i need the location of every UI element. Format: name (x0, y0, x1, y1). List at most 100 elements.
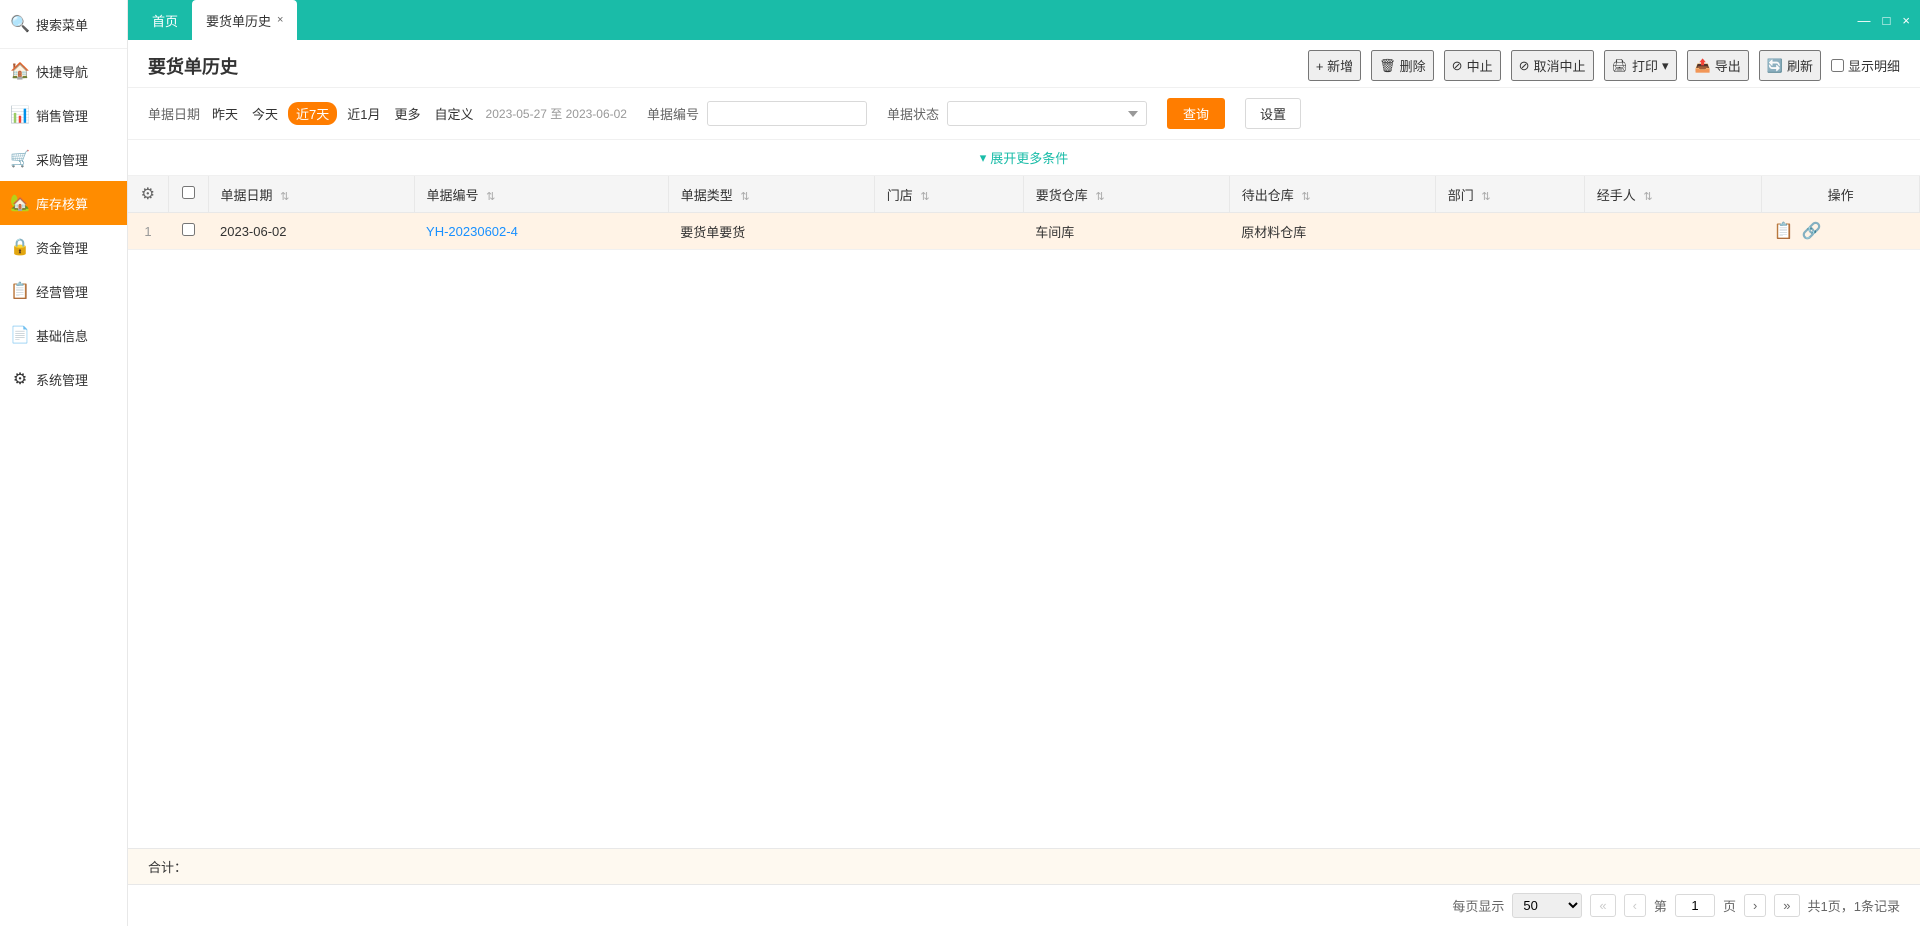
sidebar-item-label: 资金管理 (36, 238, 88, 257)
settings-button[interactable]: 设置 (1245, 98, 1301, 129)
purchase-icon: 🛒 (10, 149, 30, 169)
sales-icon: 📊 (10, 105, 30, 125)
doc-status-select[interactable] (947, 101, 1147, 126)
sidebar-item-inventory[interactable]: 🏡 库存核算 (0, 181, 127, 225)
sidebar-item-system[interactable]: ⚙ 系统管理 (0, 357, 127, 401)
col-store[interactable]: 门店 ⇅ (874, 176, 1023, 213)
row-department (1435, 213, 1584, 250)
tab-requisition-history[interactable]: 要货单历史 × (192, 0, 297, 40)
delete-button[interactable]: 🗑 删除 (1371, 50, 1434, 81)
row-pending-warehouse: 原材料仓库 (1229, 213, 1435, 250)
doc-number-input[interactable] (707, 101, 867, 126)
col-pending-warehouse[interactable]: 待出仓库 ⇅ (1229, 176, 1435, 213)
doc-no-link[interactable]: YH-20230602-4 (426, 224, 518, 239)
prev-page-btn[interactable]: ‹ (1624, 894, 1646, 917)
row-req-warehouse: 车间库 (1023, 213, 1229, 250)
shortcut-today[interactable]: 今天 (248, 102, 282, 125)
expand-more-button[interactable]: ▾ 展开更多条件 (980, 148, 1069, 167)
sidebar-item-basic[interactable]: 📄 基础信息 (0, 313, 127, 357)
window-minimize-btn[interactable]: — (1858, 13, 1871, 28)
col-department[interactable]: 部门 ⇅ (1435, 176, 1584, 213)
sidebar-item-label: 采购管理 (36, 150, 88, 169)
window-close-btn[interactable]: × (1902, 13, 1910, 28)
shortcut-1month[interactable]: 近1月 (343, 102, 384, 125)
page-number-input[interactable] (1675, 894, 1715, 917)
shortcut-7days[interactable]: 近7天 (288, 102, 337, 125)
sidebar-search[interactable]: 🔍 搜索菜单 (0, 0, 127, 49)
page-prefix-label: 第 (1654, 896, 1667, 915)
sidebar-item-operations[interactable]: 📋 经营管理 (0, 269, 127, 313)
first-page-btn[interactable]: « (1590, 894, 1615, 917)
display-detail-checkbox[interactable] (1831, 59, 1844, 72)
row-doc-type: 要货单要货 (668, 213, 874, 250)
sidebar-item-quick-nav[interactable]: 🏠 快捷导航 (0, 49, 127, 93)
sidebar-search-label: 搜索菜单 (36, 15, 88, 34)
select-all-checkbox[interactable] (182, 186, 195, 199)
row-delete-icon[interactable]: 🔗 (1802, 221, 1822, 241)
window-maximize-btn[interactable]: □ (1883, 13, 1891, 28)
col-doc-date[interactable]: 单据日期 ⇅ (208, 176, 414, 213)
table-row: 1 2023-06-02 YH-20230602-4 要货单要货 车间库 原材料… (128, 213, 1920, 250)
pagination-total-info: 共1页，1条记录 (1808, 896, 1900, 915)
print-dropdown-icon: ▾ (1662, 58, 1669, 74)
row-select-checkbox[interactable] (182, 223, 195, 236)
shortcut-custom[interactable]: 自定义 (431, 102, 478, 125)
display-detail-toggle[interactable]: 显示明细 (1831, 56, 1900, 75)
new-button[interactable]: + 新增 (1308, 50, 1361, 81)
table-settings-icon[interactable]: ⚙ (141, 186, 155, 203)
pagination-bar: 每页显示 50 20 100 « ‹ 第 页 › » 共1页，1条记录 (128, 884, 1920, 926)
data-table: ⚙ 单据日期 ⇅ 单据编号 ⇅ (128, 176, 1920, 250)
cancel-stop-button[interactable]: ⊘ 取消中止 (1511, 50, 1594, 81)
row-doc-no: YH-20230602-4 (414, 213, 668, 250)
shortcut-yesterday[interactable]: 昨天 (208, 102, 242, 125)
col-doc-type[interactable]: 单据类型 ⇅ (668, 176, 874, 213)
row-handler (1584, 213, 1762, 250)
next-page-btn[interactable]: › (1744, 894, 1766, 917)
shortcut-more[interactable]: 更多 (391, 102, 425, 125)
sidebar-item-sales[interactable]: 📊 销售管理 (0, 93, 127, 137)
col-handler[interactable]: 经手人 ⇅ (1584, 176, 1762, 213)
sidebar-item-label: 基础信息 (36, 326, 88, 345)
col-doc-no[interactable]: 单据编号 ⇅ (414, 176, 668, 213)
doc-number-label: 单据编号 (647, 104, 699, 123)
col-req-warehouse[interactable]: 要货仓库 ⇅ (1023, 176, 1229, 213)
topbar: 首页 要货单历史 × — □ × (128, 0, 1920, 40)
print-icon: 🖨 (1612, 58, 1629, 74)
sidebar-item-finance[interactable]: 🔒 资金管理 (0, 225, 127, 269)
search-button[interactable]: 查询 (1167, 98, 1225, 129)
table-footer: 合计： (128, 848, 1920, 884)
print-button[interactable]: 🖨 打印 ▾ (1604, 50, 1677, 81)
sort-doc-date-icon: ⇅ (280, 191, 289, 203)
table-container: ⚙ 单据日期 ⇅ 单据编号 ⇅ (128, 176, 1920, 848)
col-actions: 操作 (1762, 176, 1920, 213)
sort-store-icon: ⇅ (920, 191, 929, 203)
row-actions: 📋 🔗 (1762, 213, 1920, 250)
sidebar-item-label: 经营管理 (36, 282, 88, 301)
row-edit-icon[interactable]: 📋 (1774, 221, 1794, 241)
export-button[interactable]: 📤 导出 (1687, 50, 1749, 81)
per-page-select[interactable]: 50 20 100 (1512, 893, 1582, 918)
basic-icon: 📄 (10, 325, 30, 345)
tab-home-label: 首页 (152, 11, 178, 30)
topbar-window-actions: — □ × (1858, 13, 1910, 28)
sidebar-item-purchase[interactable]: 🛒 采购管理 (0, 137, 127, 181)
col-settings[interactable]: ⚙ (128, 176, 168, 213)
tab-home[interactable]: 首页 (138, 0, 192, 40)
refresh-button[interactable]: 🔄 刷新 (1759, 50, 1821, 81)
total-label: 合计： (148, 857, 187, 876)
doc-number-filter-group: 单据编号 (647, 101, 867, 126)
tab-close-icon[interactable]: × (277, 14, 283, 26)
sort-doc-no-icon: ⇅ (486, 191, 495, 203)
row-num: 1 (128, 213, 168, 250)
table-body: 1 2023-06-02 YH-20230602-4 要货单要货 车间库 原材料… (128, 213, 1920, 250)
home-icon: 🏠 (10, 61, 30, 81)
expand-label: 展开更多条件 (990, 148, 1068, 167)
date-filter-group: 单据日期 昨天 今天 近7天 近1月 更多 自定义 2023-05-27 至 2… (148, 102, 627, 125)
last-page-btn[interactable]: » (1774, 894, 1799, 917)
col-checkbox[interactable] (168, 176, 208, 213)
sort-department-icon: ⇅ (1481, 191, 1490, 203)
stop-button[interactable]: ⊘ 中止 (1444, 50, 1501, 81)
content-area: 要货单历史 + 新增 🗑 删除 ⊘ 中止 ⊘ 取消中止 🖨 打印 (128, 40, 1920, 926)
row-doc-date: 2023-06-02 (208, 213, 414, 250)
row-checkbox[interactable] (168, 213, 208, 250)
